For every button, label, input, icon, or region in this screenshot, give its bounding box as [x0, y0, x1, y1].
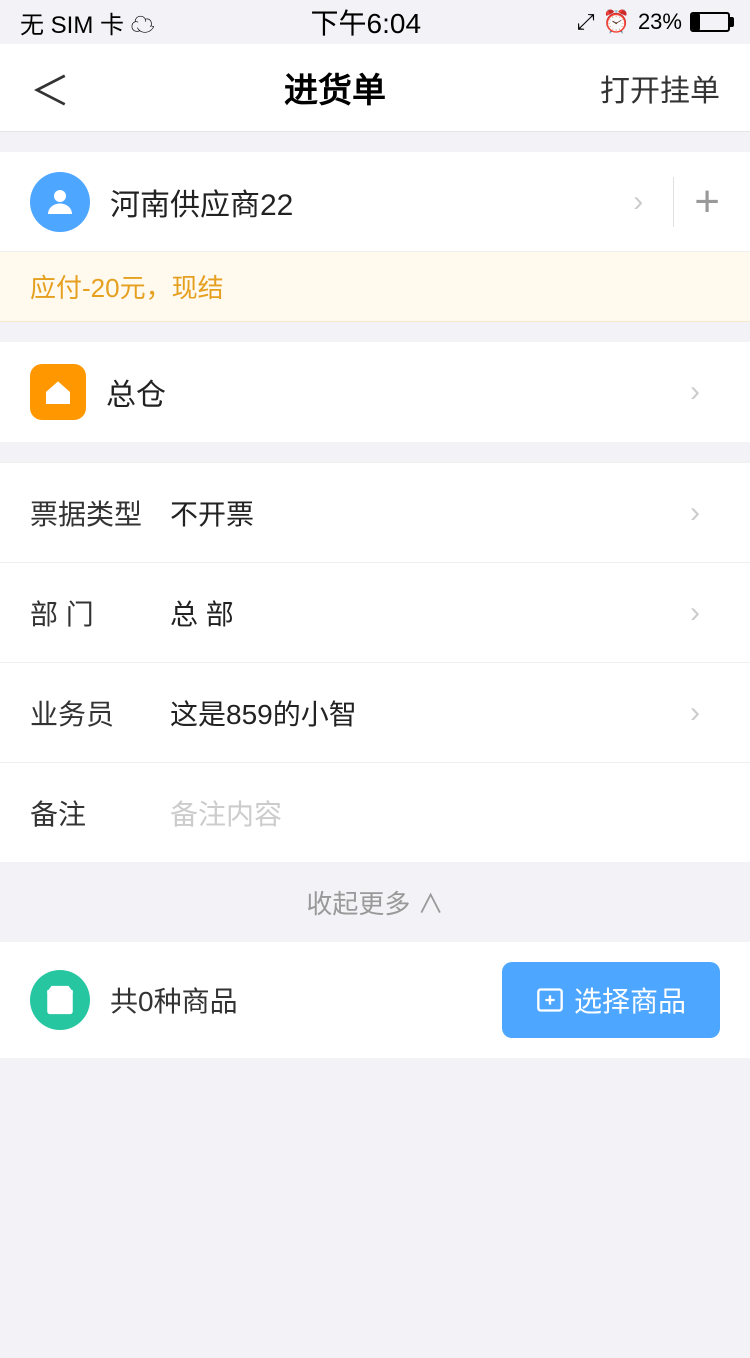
- salesperson-row[interactable]: 业务员 这是859的小智 ›: [0, 662, 750, 762]
- cart-icon: [43, 983, 77, 1017]
- supplier-section: 河南供应商22 › + 应付-20元，现结: [0, 152, 750, 322]
- department-label: 部 门: [30, 593, 160, 633]
- section-gap-3: [0, 442, 750, 462]
- supplier-avatar: [30, 172, 90, 232]
- status-time: 下午6:04: [311, 2, 422, 42]
- status-carrier: 无 SIM 卡 ☁: [20, 5, 155, 40]
- department-chevron-icon: ›: [690, 596, 700, 630]
- remark-label: 备注: [30, 793, 160, 833]
- section-gap-2: [0, 322, 750, 342]
- salesperson-value: 这是859的小智: [160, 693, 690, 733]
- warehouse-section: 总仓 ›: [0, 342, 750, 442]
- supplier-name: 河南供应商22: [110, 180, 633, 224]
- alarm-icon: ⏰: [603, 9, 630, 35]
- add-product-icon: [536, 986, 564, 1014]
- content: 河南供应商22 › + 应付-20元，现结 总仓 › 票据类型 不开: [0, 132, 750, 1358]
- department-row[interactable]: 部 门 总 部 ›: [0, 562, 750, 662]
- warehouse-icon: [30, 364, 86, 420]
- notice-text: 应付-20元，现结: [30, 273, 224, 303]
- add-supplier-button[interactable]: +: [694, 180, 720, 224]
- main-background: [0, 1058, 750, 1358]
- back-button[interactable]: ＜: [30, 59, 70, 117]
- notice-bar: 应付-20元，现结: [0, 252, 750, 322]
- warehouse-row[interactable]: 总仓 ›: [0, 342, 750, 442]
- section-gap-1: [0, 132, 750, 152]
- invoice-type-label: 票据类型: [30, 493, 160, 533]
- collapse-label: 收起更多 ∧: [306, 884, 443, 921]
- select-product-button[interactable]: 选择商品: [502, 962, 720, 1038]
- invoice-type-row[interactable]: 票据类型 不开票 ›: [0, 462, 750, 562]
- remark-row[interactable]: 备注 备注内容: [0, 762, 750, 862]
- remark-input[interactable]: 备注内容: [160, 793, 720, 833]
- supplier-chevron-icon: ›: [633, 185, 643, 219]
- salesperson-label: 业务员: [30, 693, 160, 733]
- location-icon: ⤢: [577, 9, 595, 35]
- supplier-row[interactable]: 河南供应商22 › +: [0, 152, 750, 252]
- salesperson-chevron-icon: ›: [690, 696, 700, 730]
- bottom-bar: 共0种商品 选择商品: [0, 942, 750, 1058]
- select-product-label: 选择商品: [574, 980, 686, 1020]
- department-value: 总 部: [160, 593, 690, 633]
- status-bar: 无 SIM 卡 ☁ 下午6:04 ⤢ ⏰ 23%: [0, 0, 750, 44]
- house-icon: [42, 376, 74, 408]
- invoice-type-chevron-icon: ›: [690, 496, 700, 530]
- status-right: ⤢ ⏰ 23%: [577, 9, 730, 35]
- product-count-text: 共0种商品: [110, 980, 482, 1020]
- page-title: 进货单: [284, 63, 386, 112]
- collapse-row[interactable]: 收起更多 ∧: [0, 862, 750, 942]
- battery-text: 23%: [638, 9, 682, 35]
- vertical-divider: [673, 177, 674, 227]
- invoice-type-value: 不开票: [160, 493, 690, 533]
- product-count-icon: [30, 970, 90, 1030]
- warehouse-chevron-icon: ›: [690, 375, 700, 409]
- person-icon: [42, 184, 78, 220]
- form-section: 票据类型 不开票 › 部 门 总 部 › 业务员 这是859的小智 › 备注 备…: [0, 462, 750, 862]
- nav-bar: ＜ 进货单 打开挂单: [0, 44, 750, 132]
- warehouse-name: 总仓: [106, 370, 690, 414]
- battery-icon: [690, 12, 730, 32]
- open-pending-button[interactable]: 打开挂单: [600, 66, 720, 110]
